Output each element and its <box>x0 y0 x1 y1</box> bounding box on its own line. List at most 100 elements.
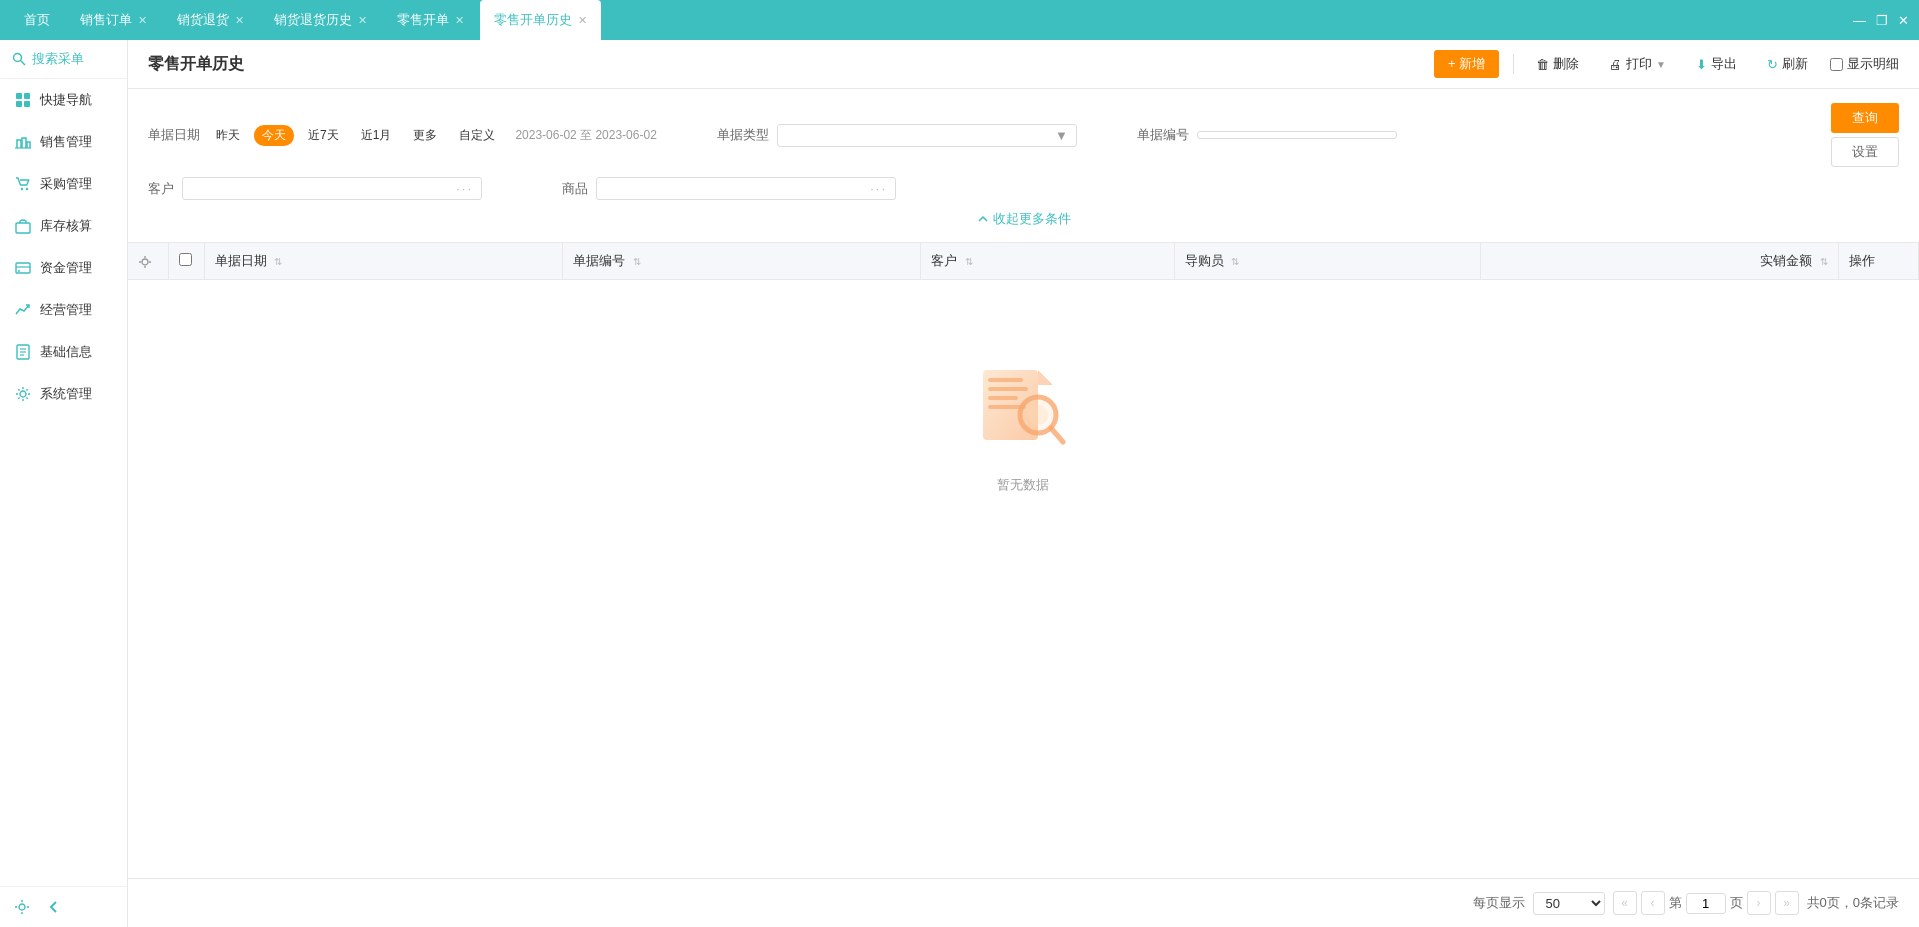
col-doc-date[interactable]: 单据日期 ⇅ <box>204 243 562 280</box>
svg-rect-3 <box>24 93 30 99</box>
sidebar-item-sales-label: 销售管理 <box>40 133 92 151</box>
sidebar-collapse-btn[interactable] <box>46 899 62 915</box>
sidebar-item-purchase-mgmt[interactable]: 采购管理 <box>0 163 127 205</box>
display-detail-checkbox[interactable] <box>1830 58 1843 71</box>
doc-no-input[interactable] <box>1197 131 1397 139</box>
system-icon <box>14 385 32 403</box>
first-page-btn[interactable]: « <box>1613 891 1637 915</box>
col-settings[interactable] <box>128 243 168 280</box>
col-settings-icon <box>138 255 152 269</box>
page-di-label: 第 <box>1669 894 1682 912</box>
add-button[interactable]: + 新增 <box>1434 50 1499 78</box>
tab-roh-close[interactable]: ✕ <box>578 14 587 27</box>
col-customer[interactable]: 客户 ⇅ <box>921 243 1174 280</box>
sidebar-item-basic-info[interactable]: 基础信息 <box>0 331 127 373</box>
sort-customer[interactable]: ⇅ <box>965 256 973 267</box>
pagination-nav: « ‹ 第 页 › » <box>1613 891 1799 915</box>
sales-mgmt-icon <box>14 133 32 151</box>
tab-retail-open[interactable]: 零售开单 ✕ <box>383 0 478 40</box>
tab-sales-order-close[interactable]: ✕ <box>138 14 147 27</box>
toolbar: + 新增 🗑 删除 🖨 打印 ▼ ⬇ 导出 ↻ 刷新 <box>1434 50 1899 78</box>
sidebar: 搜索采单 快捷导航 销售管理 采购管理 库存核算 <box>0 40 128 927</box>
prev-page-btn[interactable]: ‹ <box>1641 891 1665 915</box>
print-icon: 🖨 <box>1609 57 1622 72</box>
tab-ro-label: 零售开单 <box>397 11 449 29</box>
minimize-btn[interactable]: — <box>1853 13 1866 28</box>
svg-line-27 <box>1051 428 1063 442</box>
tab-sales-return-close[interactable]: ✕ <box>235 14 244 27</box>
date-btn-more[interactable]: 更多 <box>405 125 445 146</box>
per-page-select[interactable]: 50 10 20 100 <box>1533 892 1605 915</box>
sidebar-item-sales-mgmt[interactable]: 销售管理 <box>0 121 127 163</box>
col-amount-label: 实销金额 <box>1760 253 1812 268</box>
tab-ro-close[interactable]: ✕ <box>455 14 464 27</box>
sidebar-search[interactable]: 搜索采单 <box>0 40 127 79</box>
svg-point-19 <box>142 259 148 265</box>
svg-rect-5 <box>24 101 30 107</box>
last-page-btn[interactable]: » <box>1775 891 1799 915</box>
collapse-bar[interactable]: 收起更多条件 <box>148 210 1899 228</box>
svg-point-7 <box>21 188 23 190</box>
goods-input[interactable]: ··· <box>596 177 896 200</box>
doc-type-filter-group: 单据类型 ▼ <box>717 124 1077 147</box>
sort-guide[interactable]: ⇅ <box>1231 256 1239 267</box>
query-button[interactable]: 查询 <box>1831 103 1899 133</box>
doc-type-select[interactable]: ▼ <box>777 124 1077 147</box>
date-btn-7days[interactable]: 近7天 <box>300 125 347 146</box>
print-button[interactable]: 🖨 打印 ▼ <box>1601 51 1674 77</box>
tab-home[interactable]: 首页 <box>10 0 64 40</box>
sidebar-item-inventory[interactable]: 库存核算 <box>0 205 127 247</box>
sort-amount[interactable]: ⇅ <box>1820 256 1828 267</box>
tab-srh-close[interactable]: ✕ <box>358 14 367 27</box>
col-doc-no[interactable]: 单据编号 ⇅ <box>562 243 920 280</box>
svg-rect-10 <box>16 263 30 273</box>
date-options: 昨天 今天 近7天 近1月 更多 自定义 <box>208 125 503 146</box>
tab-home-label: 首页 <box>24 11 50 29</box>
main-layout: 搜索采单 快捷导航 销售管理 采购管理 库存核算 <box>0 40 1919 927</box>
tab-sales-return[interactable]: 销货退货 ✕ <box>163 0 258 40</box>
pagination-total: 共0页，0条记录 <box>1807 894 1899 912</box>
col-guide[interactable]: 导购员 ⇅ <box>1174 243 1480 280</box>
svg-rect-9 <box>16 223 30 233</box>
settings-button[interactable]: 设置 <box>1831 137 1899 167</box>
goods-label: 商品 <box>562 180 588 198</box>
page-header: 零售开单历史 + 新增 🗑 删除 🖨 打印 ▼ ⬇ 导出 ↻ <box>128 40 1919 89</box>
sidebar-settings-btn[interactable] <box>14 899 30 915</box>
svg-point-12 <box>18 270 20 272</box>
col-amount[interactable]: 实销金额 ⇅ <box>1480 243 1838 280</box>
select-all-checkbox[interactable] <box>179 253 192 266</box>
svg-point-0 <box>14 54 22 62</box>
sort-doc-no[interactable]: ⇅ <box>633 256 641 267</box>
sidebar-item-basic-label: 基础信息 <box>40 343 92 361</box>
svg-point-17 <box>20 391 26 397</box>
sidebar-item-quick-nav[interactable]: 快捷导航 <box>0 79 127 121</box>
empty-state: 暂无数据 <box>128 280 1919 574</box>
close-btn[interactable]: ✕ <box>1898 13 1909 28</box>
collapse-icon <box>977 213 989 225</box>
maximize-btn[interactable]: ❐ <box>1876 13 1888 28</box>
export-button[interactable]: ⬇ 导出 <box>1688 51 1745 77</box>
col-checkbox[interactable] <box>168 243 204 280</box>
date-btn-today[interactable]: 今天 <box>254 125 294 146</box>
refresh-button[interactable]: ↻ 刷新 <box>1759 51 1816 77</box>
customer-dots: ··· <box>456 181 473 196</box>
customer-input[interactable]: ··· <box>182 177 482 200</box>
sidebar-item-operations[interactable]: 经营管理 <box>0 289 127 331</box>
col-doc-no-label: 单据编号 <box>573 253 625 268</box>
date-btn-1month[interactable]: 近1月 <box>353 125 400 146</box>
date-btn-custom[interactable]: 自定义 <box>451 125 503 146</box>
sidebar-item-system[interactable]: 系统管理 <box>0 373 127 415</box>
sidebar-item-finance[interactable]: 资金管理 <box>0 247 127 289</box>
export-icon: ⬇ <box>1696 57 1707 72</box>
date-btn-yesterday[interactable]: 昨天 <box>208 125 248 146</box>
tab-sales-return-history[interactable]: 销货退货历史 ✕ <box>260 0 381 40</box>
goods-filter-group: 商品 ··· <box>562 177 896 200</box>
tab-retail-open-history[interactable]: 零售开单历史 ✕ <box>480 0 601 40</box>
delete-button[interactable]: 🗑 删除 <box>1528 51 1587 77</box>
next-page-btn[interactable]: › <box>1747 891 1771 915</box>
svg-rect-2 <box>16 93 22 99</box>
display-detail-toggle[interactable]: 显示明细 <box>1830 55 1899 73</box>
tab-sales-order[interactable]: 销售订单 ✕ <box>66 0 161 40</box>
sort-doc-date[interactable]: ⇅ <box>274 256 282 267</box>
page-number-input[interactable] <box>1686 893 1726 914</box>
